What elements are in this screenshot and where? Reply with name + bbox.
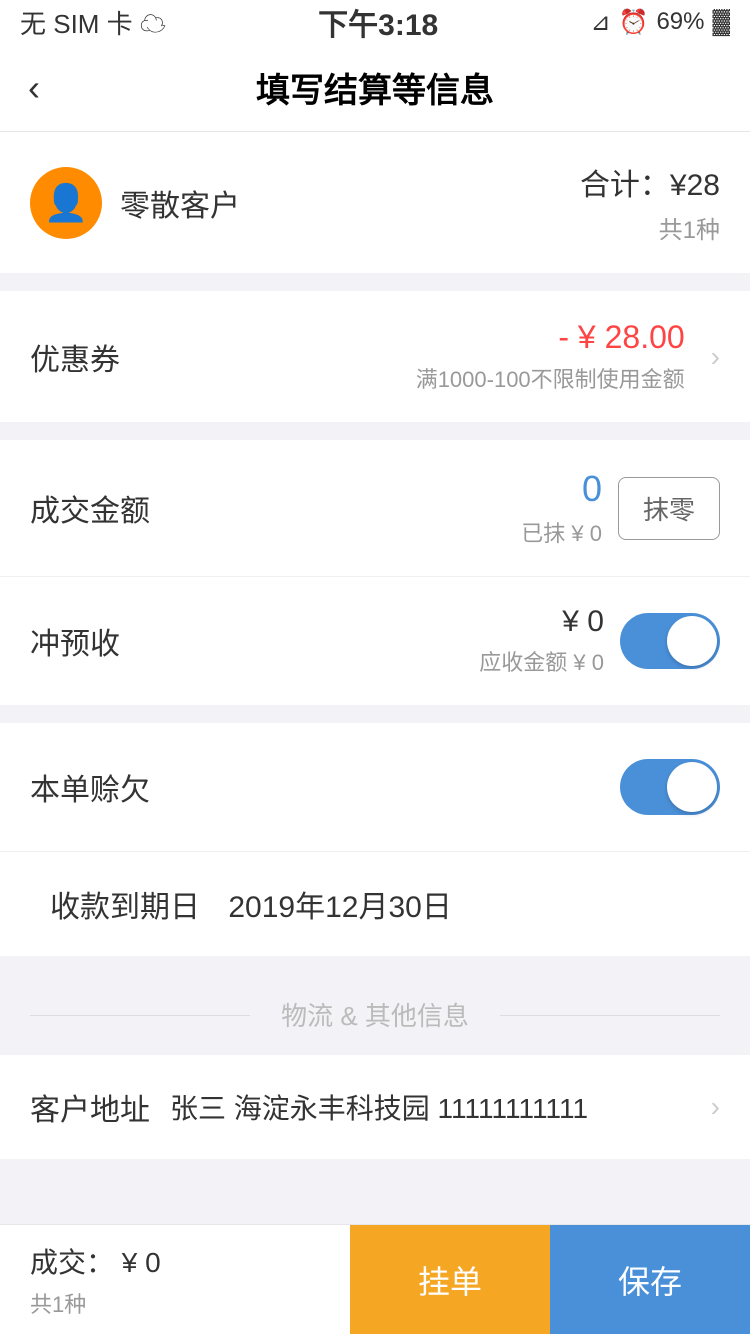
pre-collect-label: 冲预收 [30, 619, 150, 663]
status-left: 无 SIM 卡 ☁ [20, 4, 166, 41]
deal-amount-value: 0 [521, 468, 602, 510]
bottom-count: 共1种 [30, 1287, 320, 1319]
pre-collect-sub: 应收金额 ¥ 0 [479, 645, 604, 677]
nav-bar: ‹ 填写结算等信息 [0, 44, 750, 132]
address-section: 客户地址 张三 海淀永丰科技园 11111111111 › [0, 1055, 750, 1159]
customer-count: 共1种 [580, 210, 720, 245]
bottom-deal-text: 成交： ¥ 0 [30, 1241, 320, 1281]
deal-amount-sub: 已抹 ¥ 0 [521, 516, 602, 548]
avatar-icon: 👤 [44, 182, 89, 224]
bottom-deal-value: ¥ 0 [122, 1247, 161, 1278]
logistics-divider: 物流 & 其他信息 [0, 974, 750, 1055]
deal-amount-label: 成交金额 [30, 486, 150, 530]
due-date-value: 2019年12月30日 [228, 891, 451, 924]
customer-left: 👤 零散客户 [30, 167, 240, 239]
credit-row: 本单赊欠 [0, 723, 750, 851]
credit-section: 本单赊欠 收款到期日 2019年12月30日 [0, 723, 750, 956]
logistics-label: 物流 & 其他信息 [261, 996, 489, 1033]
hold-button[interactable]: 挂单 [350, 1225, 550, 1334]
status-bar: 无 SIM 卡 ☁ 下午3:18 ⊿ ⏰ 69% ▓ [0, 0, 750, 44]
coupon-value: - ¥ 28.00 满1000-100不限制使用金额 [416, 319, 685, 394]
address-label: 客户地址 [30, 1085, 150, 1129]
pre-collect-right: ¥ 0 应收金额 ¥ 0 [150, 605, 720, 677]
pre-collect-value: ¥ 0 [479, 605, 604, 639]
customer-avatar: 👤 [30, 167, 102, 239]
due-date-label-text: 收款到期日 [50, 891, 200, 924]
customer-section: 👤 零散客户 合计：¥28 共1种 [0, 132, 750, 273]
credit-label: 本单赊欠 [30, 765, 150, 809]
address-value: 张三 海淀永丰科技园 11111111111 [170, 1087, 701, 1127]
customer-name: 零散客户 [120, 181, 240, 225]
deal-section: 成交金额 0 已抹 ¥ 0 抹零 冲预收 ¥ 0 应收金额 ¥ 0 [0, 440, 750, 705]
bottom-info: 成交： ¥ 0 共1种 [0, 1241, 350, 1319]
customer-row: 👤 零散客户 合计：¥28 共1种 [0, 132, 750, 273]
status-time: 下午3:18 [318, 0, 438, 44]
date-row: 收款到期日 2019年12月30日 [0, 851, 750, 956]
credit-toggle-knob [667, 762, 717, 812]
back-button[interactable]: ‹ [28, 67, 40, 109]
pre-collect-toggle[interactable] [620, 613, 720, 669]
alarm-icon: ⏰ [619, 8, 649, 37]
coupon-amount: - ¥ 28.00 [416, 319, 685, 356]
coupon-section: 优惠券 - ¥ 28.00 满1000-100不限制使用金额 › [0, 291, 750, 422]
credit-toggle[interactable] [620, 759, 720, 815]
battery-text: 69% [656, 8, 704, 36]
logistics-line-right [500, 1015, 720, 1016]
coupon-row[interactable]: 优惠券 - ¥ 28.00 满1000-100不限制使用金额 › [0, 291, 750, 422]
coupon-chevron: › [711, 341, 720, 373]
save-button[interactable]: 保存 [550, 1225, 750, 1334]
due-date-label: 收款到期日 2019年12月30日 [30, 891, 452, 924]
customer-total: 合计：¥28 [580, 160, 720, 204]
round-button[interactable]: 抹零 [618, 477, 720, 540]
location-icon: ⊿ [590, 8, 610, 37]
status-right: ⊿ ⏰ 69% ▓ [590, 8, 730, 37]
content: 👤 零散客户 合计：¥28 共1种 优惠券 - ¥ 28.00 满1000-10… [0, 132, 750, 1297]
nav-title: 填写结算等信息 [256, 63, 494, 112]
pre-collect-row: 冲预收 ¥ 0 应收金额 ¥ 0 [0, 577, 750, 705]
coupon-label: 优惠券 [30, 335, 150, 379]
bottom-bar: 成交： ¥ 0 共1种 挂单 保存 [0, 1224, 750, 1334]
customer-right: 合计：¥28 共1种 [580, 160, 720, 245]
coupon-right: - ¥ 28.00 满1000-100不限制使用金额 › [150, 319, 720, 394]
pre-collect-value-container: ¥ 0 应收金额 ¥ 0 [479, 605, 604, 677]
deal-amount-value-container: 0 已抹 ¥ 0 [521, 468, 602, 548]
coupon-desc: 满1000-100不限制使用金额 [416, 362, 685, 394]
bottom-deal-label: 成交： [30, 1247, 114, 1278]
deal-amount-row: 成交金额 0 已抹 ¥ 0 抹零 [0, 440, 750, 577]
logistics-line-left [30, 1015, 250, 1016]
no-sim-text: 无 SIM 卡 ☁ [20, 4, 166, 41]
address-row[interactable]: 客户地址 张三 海淀永丰科技园 11111111111 › [0, 1055, 750, 1159]
address-chevron: › [711, 1091, 720, 1123]
deal-amount-right: 0 已抹 ¥ 0 抹零 [150, 468, 720, 548]
toggle-knob [667, 616, 717, 666]
battery-icon: ▓ [713, 8, 731, 36]
